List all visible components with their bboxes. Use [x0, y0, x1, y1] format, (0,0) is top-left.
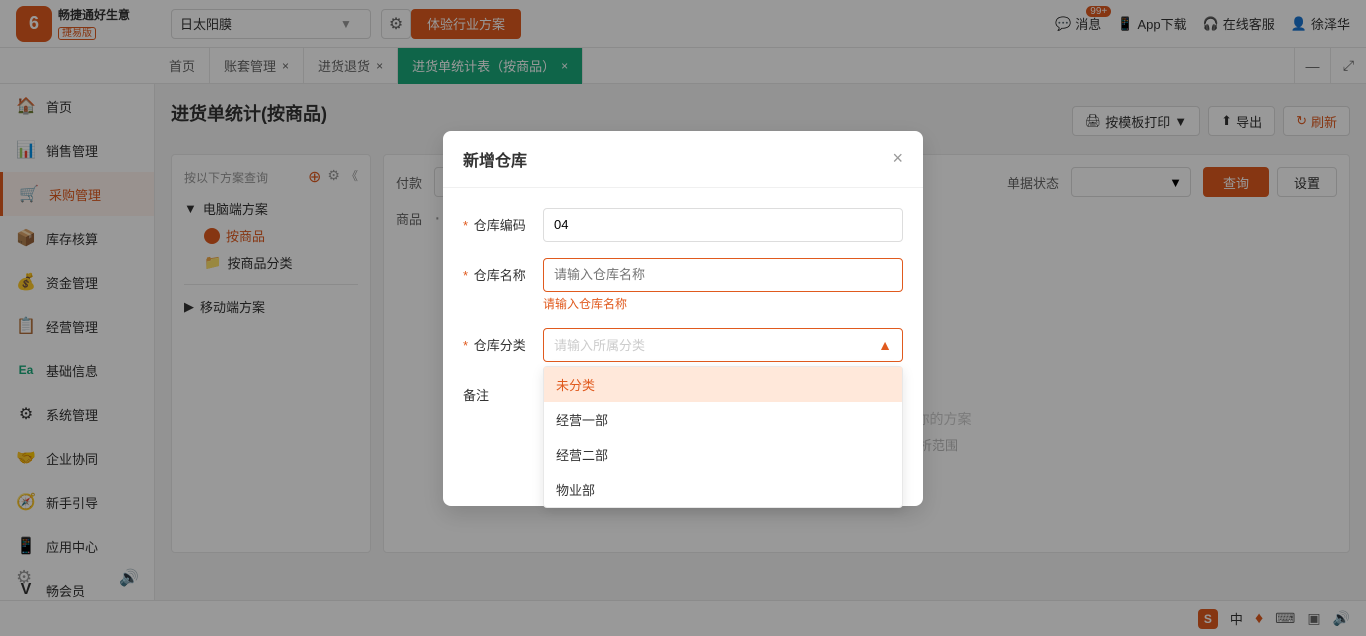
- category-select[interactable]: 请输入所属分类 ▲: [543, 328, 903, 362]
- dialog-title: 新增仓库: [463, 147, 527, 171]
- category-label: * 仓库分类: [463, 328, 543, 354]
- code-field: * 仓库编码: [463, 208, 903, 242]
- name-input-wrap: 请输入仓库名称: [543, 258, 903, 312]
- modal-overlay[interactable]: 新增仓库 × * 仓库编码 * 仓库名称: [0, 0, 1366, 636]
- dropdown-item-3[interactable]: 物业部: [544, 472, 902, 507]
- category-field: * 仓库分类 请输入所属分类 ▲ 未分类 经营一部 经营二部 物业部: [463, 328, 903, 362]
- name-input[interactable]: [543, 258, 903, 292]
- code-input-wrap: [543, 208, 903, 242]
- name-label: * 仓库名称: [463, 258, 543, 284]
- code-label: * 仓库编码: [463, 208, 543, 234]
- name-field: * 仓库名称 请输入仓库名称: [463, 258, 903, 312]
- dialog-body: * 仓库编码 * 仓库名称 请输入仓库名称: [443, 188, 923, 448]
- name-error-message: 请输入仓库名称: [543, 295, 903, 312]
- dropdown-item-0[interactable]: 未分类: [544, 367, 902, 402]
- category-select-wrap: 请输入所属分类 ▲ 未分类 经营一部 经营二部 物业部: [543, 328, 903, 362]
- code-input[interactable]: [543, 208, 903, 242]
- category-placeholder: 请输入所属分类: [554, 335, 645, 354]
- dialog-header: 新增仓库 ×: [443, 131, 923, 188]
- category-chevron-icon: ▲: [878, 337, 892, 353]
- dialog-close-button[interactable]: ×: [892, 148, 903, 169]
- category-dropdown: 未分类 经营一部 经营二部 物业部: [543, 366, 903, 508]
- dropdown-item-2[interactable]: 经营二部: [544, 437, 902, 472]
- dialog-new-warehouse: 新增仓库 × * 仓库编码 * 仓库名称: [443, 131, 923, 506]
- note-label: 备注: [463, 378, 543, 404]
- dropdown-item-1[interactable]: 经营一部: [544, 402, 902, 437]
